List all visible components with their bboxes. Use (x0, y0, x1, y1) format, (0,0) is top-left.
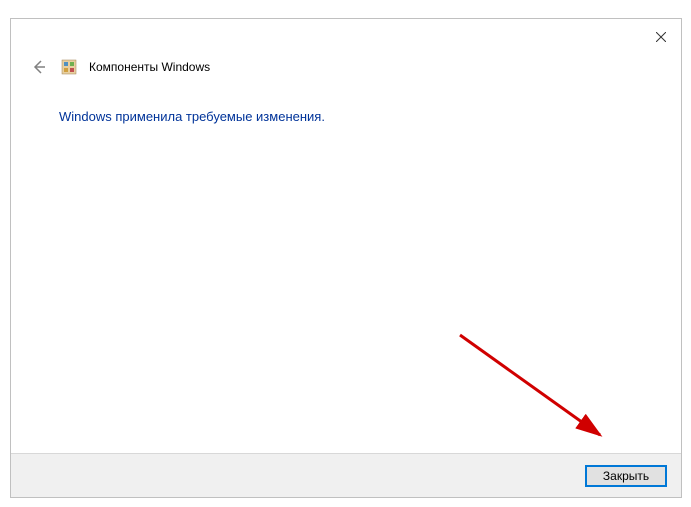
back-button[interactable] (29, 57, 49, 77)
dialog-window: Компоненты Windows Windows применила тре… (10, 18, 682, 498)
dialog-title: Компоненты Windows (89, 60, 210, 74)
window-close-button[interactable] (649, 25, 673, 49)
dialog-footer: Закрыть (11, 453, 681, 497)
close-icon (656, 32, 666, 42)
back-arrow-icon (31, 59, 47, 75)
windows-features-icon (61, 59, 77, 75)
status-message: Windows применила требуемые изменения. (59, 109, 325, 124)
dialog-header: Компоненты Windows (29, 57, 210, 77)
close-button[interactable]: Закрыть (585, 465, 667, 487)
